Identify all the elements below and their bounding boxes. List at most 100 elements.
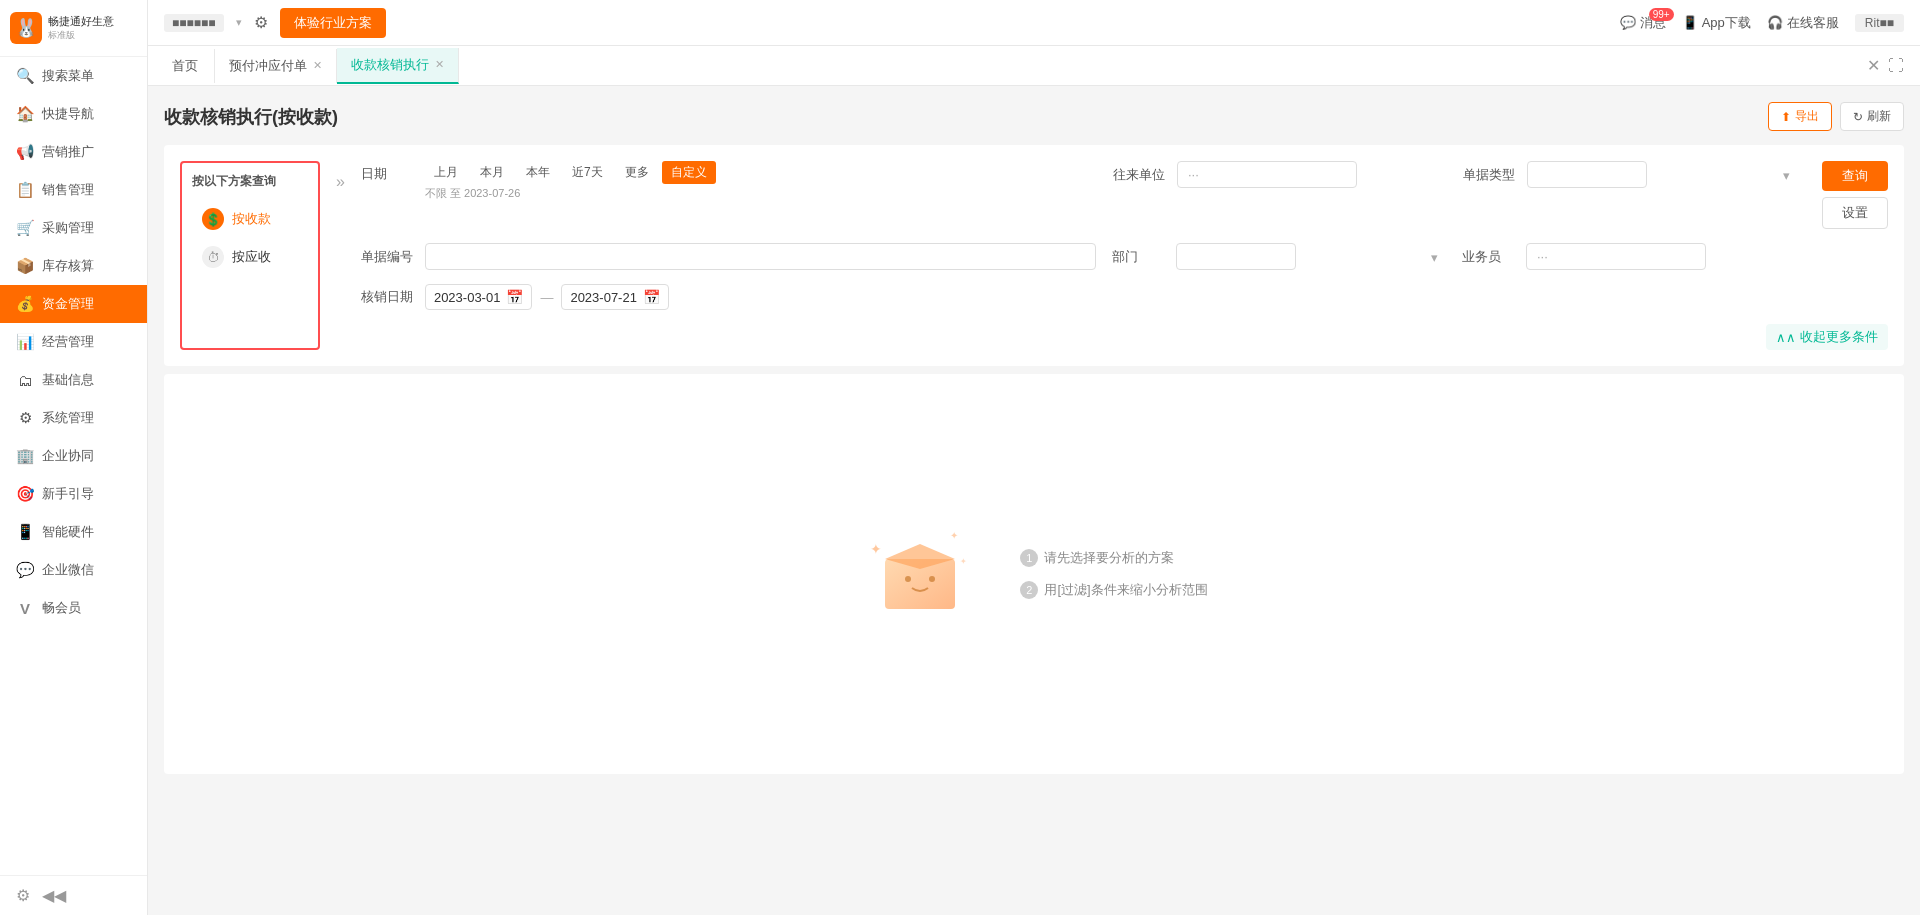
docno-input[interactable] — [425, 243, 1096, 270]
logo-text-block: 畅捷通好生意 标准版 — [48, 14, 114, 41]
enterprise-icon: 🏢 — [16, 447, 34, 465]
svg-text:✦: ✦ — [960, 557, 967, 566]
sidebar-item-purchase[interactable]: 🛒 采购管理 — [0, 209, 147, 247]
verify-date-start-input[interactable]: 2023-03-01 📅 — [425, 284, 533, 310]
date-btn-more[interactable]: 更多 — [616, 161, 658, 184]
home-icon: 🏠 — [16, 105, 34, 123]
tab-collection[interactable]: 收款核销执行 ✕ — [337, 48, 459, 84]
logo-area: 🐰 畅捷通好生意 标准版 — [0, 0, 147, 57]
refresh-button[interactable]: ↻ 刷新 — [1840, 102, 1904, 131]
solution-button[interactable]: 体验行业方案 — [280, 8, 386, 38]
refresh-label: 刷新 — [1867, 108, 1891, 125]
date-btn-custom[interactable]: 自定义 — [662, 161, 716, 184]
sidebar-item-enterprise[interactable]: 🏢 企业协同 — [0, 437, 147, 475]
system-icon: ⚙ — [16, 409, 34, 427]
message-badge: 99+ — [1649, 8, 1674, 21]
tip-text-1: 请先选择要分析的方案 — [1044, 545, 1174, 571]
staff-label: 业务员 — [1462, 248, 1518, 266]
app-name: 畅捷通好生意 — [48, 14, 114, 28]
tab-home[interactable]: 首页 — [156, 49, 215, 83]
staff-input[interactable]: ··· — [1526, 243, 1706, 270]
date-shortcuts: 上月 本月 本年 近7天 更多 自定义 — [425, 161, 716, 184]
sidebar-menu: 🔍 搜索菜单 🏠 快捷导航 📢 营销推广 📋 销售管理 🛒 采购管理 📦 库存核… — [0, 57, 147, 875]
sidebar-item-wechat[interactable]: 💬 企业微信 — [0, 551, 147, 589]
partner-input[interactable]: ··· — [1177, 161, 1357, 188]
operations-icon: 📊 — [16, 333, 34, 351]
sidebar-bottom: ⚙ ◀◀ — [0, 875, 147, 915]
partner-field: 往来单位 ··· — [1113, 161, 1448, 188]
dept-field: 部门 — [1112, 243, 1446, 270]
header-gear-icon[interactable]: ⚙ — [254, 13, 268, 32]
tab-prepay[interactable]: 预付冲应付单 ✕ — [215, 49, 337, 83]
member-icon: V — [16, 600, 34, 617]
sidebar-item-basics[interactable]: 🗂 基础信息 — [0, 361, 147, 399]
tab-prepay-close[interactable]: ✕ — [313, 59, 322, 72]
page-title: 收款核销执行(按收款) — [164, 105, 1768, 129]
sidebar-item-quick-nav[interactable]: 🏠 快捷导航 — [0, 95, 147, 133]
service-icon: 🎧 — [1767, 15, 1783, 30]
receivable-option-icon: ⏱ — [202, 246, 224, 268]
empty-state: ✦ ✦ ✦ 1 请先选择要分析的方案 2 用[过滤]条件来缩小分析范围 — [164, 374, 1904, 774]
setting-button[interactable]: 设置 — [1822, 197, 1888, 229]
online-service-button[interactable]: 🎧 在线客服 — [1767, 14, 1839, 32]
sidebar-label-purchase: 采购管理 — [42, 219, 94, 237]
tab-expand-icon[interactable]: ⛶ — [1888, 57, 1904, 75]
date-btn-7days[interactable]: 近7天 — [563, 161, 612, 184]
doc-type-select[interactable] — [1527, 161, 1647, 188]
header-brand: ■■■■■■ — [164, 14, 224, 32]
date-btn-this-month[interactable]: 本月 — [471, 161, 513, 184]
brand-name: ■■■■■■ — [164, 14, 224, 32]
receivable-option-label: 按应收 — [232, 248, 271, 266]
sidebar-label-enterprise: 企业协同 — [42, 447, 94, 465]
filter-area: 按以下方案查询 💲 按收款 ⏱ 按应收 » 日期 — [164, 145, 1904, 366]
sidebar-item-sales[interactable]: 📋 销售管理 — [0, 171, 147, 209]
export-button[interactable]: ⬆ 导出 — [1768, 102, 1832, 131]
query-button[interactable]: 查询 — [1822, 161, 1888, 191]
message-button[interactable]: 💬 消息 99+ — [1620, 14, 1666, 32]
sidebar-item-smart[interactable]: 📱 智能硬件 — [0, 513, 147, 551]
sidebar-label-inventory: 库存核算 — [42, 257, 94, 275]
app-download-button[interactable]: 📱 App下载 — [1682, 14, 1751, 32]
main-area: ■■■■■■ ▾ ⚙ 体验行业方案 💬 消息 99+ 📱 App下载 🎧 在线客… — [148, 0, 1920, 915]
tab-collection-close[interactable]: ✕ — [435, 58, 444, 71]
sidebar-item-marketing[interactable]: 📢 营销推广 — [0, 133, 147, 171]
page-content: 收款核销执行(按收款) ⬆ 导出 ↻ 刷新 按以下方案查询 💲 按收款 — [148, 86, 1920, 915]
verify-date-end-input[interactable]: 2023-07-21 📅 — [561, 284, 669, 310]
sidebar-label-operations: 经营管理 — [42, 333, 94, 351]
filter-panel-collapse[interactable]: » — [332, 169, 349, 195]
sidebar-label-member: 畅会员 — [42, 599, 81, 617]
filter-left-panel: 按以下方案查询 💲 按收款 ⏱ 按应收 — [180, 161, 320, 350]
verify-date-start-value: 2023-03-01 — [434, 290, 501, 305]
export-icon: ⬆ — [1781, 110, 1791, 124]
sidebar-label-marketing: 营销推广 — [42, 143, 94, 161]
tab-close-all-icon[interactable]: ✕ — [1867, 56, 1880, 75]
date-btn-last-month[interactable]: 上月 — [425, 161, 467, 184]
collection-option-icon: 💲 — [202, 208, 224, 230]
settings-bottom-icon[interactable]: ⚙ — [16, 886, 30, 905]
header-right: 💬 消息 99+ 📱 App下载 🎧 在线客服 Rit■■ — [1620, 14, 1904, 32]
header-chevron-icon[interactable]: ▾ — [236, 16, 242, 29]
sidebar-item-system[interactable]: ⚙ 系统管理 — [0, 399, 147, 437]
sidebar-item-member[interactable]: V 畅会员 — [0, 589, 147, 627]
svg-point-1 — [905, 576, 911, 582]
dept-select[interactable] — [1176, 243, 1296, 270]
sidebar-item-guide[interactable]: 🎯 新手引导 — [0, 475, 147, 513]
date-btn-this-year[interactable]: 本年 — [517, 161, 559, 184]
page-actions: ⬆ 导出 ↻ 刷新 — [1768, 102, 1904, 131]
logo-icon: 🐰 — [10, 12, 42, 44]
collapse-more-button[interactable]: ∧∧ 收起更多条件 — [1766, 324, 1888, 350]
sidebar-item-inventory[interactable]: 📦 库存核算 — [0, 247, 147, 285]
basics-icon: 🗂 — [16, 372, 34, 389]
export-label: 导出 — [1795, 108, 1819, 125]
filter-by-collection[interactable]: 💲 按收款 — [192, 200, 308, 238]
wechat-icon: 💬 — [16, 561, 34, 579]
tip-num-1: 1 — [1020, 549, 1038, 567]
user-name[interactable]: Rit■■ — [1855, 14, 1904, 32]
filter-by-receivable[interactable]: ⏱ 按应收 — [192, 238, 308, 276]
sidebar-label-basics: 基础信息 — [42, 371, 94, 389]
collapse-sidebar-icon[interactable]: ◀◀ — [42, 886, 66, 905]
sidebar-item-operations[interactable]: 📊 经营管理 — [0, 323, 147, 361]
smart-icon: 📱 — [16, 523, 34, 541]
sidebar-item-search[interactable]: 🔍 搜索菜单 — [0, 57, 147, 95]
sidebar-item-finance[interactable]: 💰 资金管理 — [0, 285, 147, 323]
